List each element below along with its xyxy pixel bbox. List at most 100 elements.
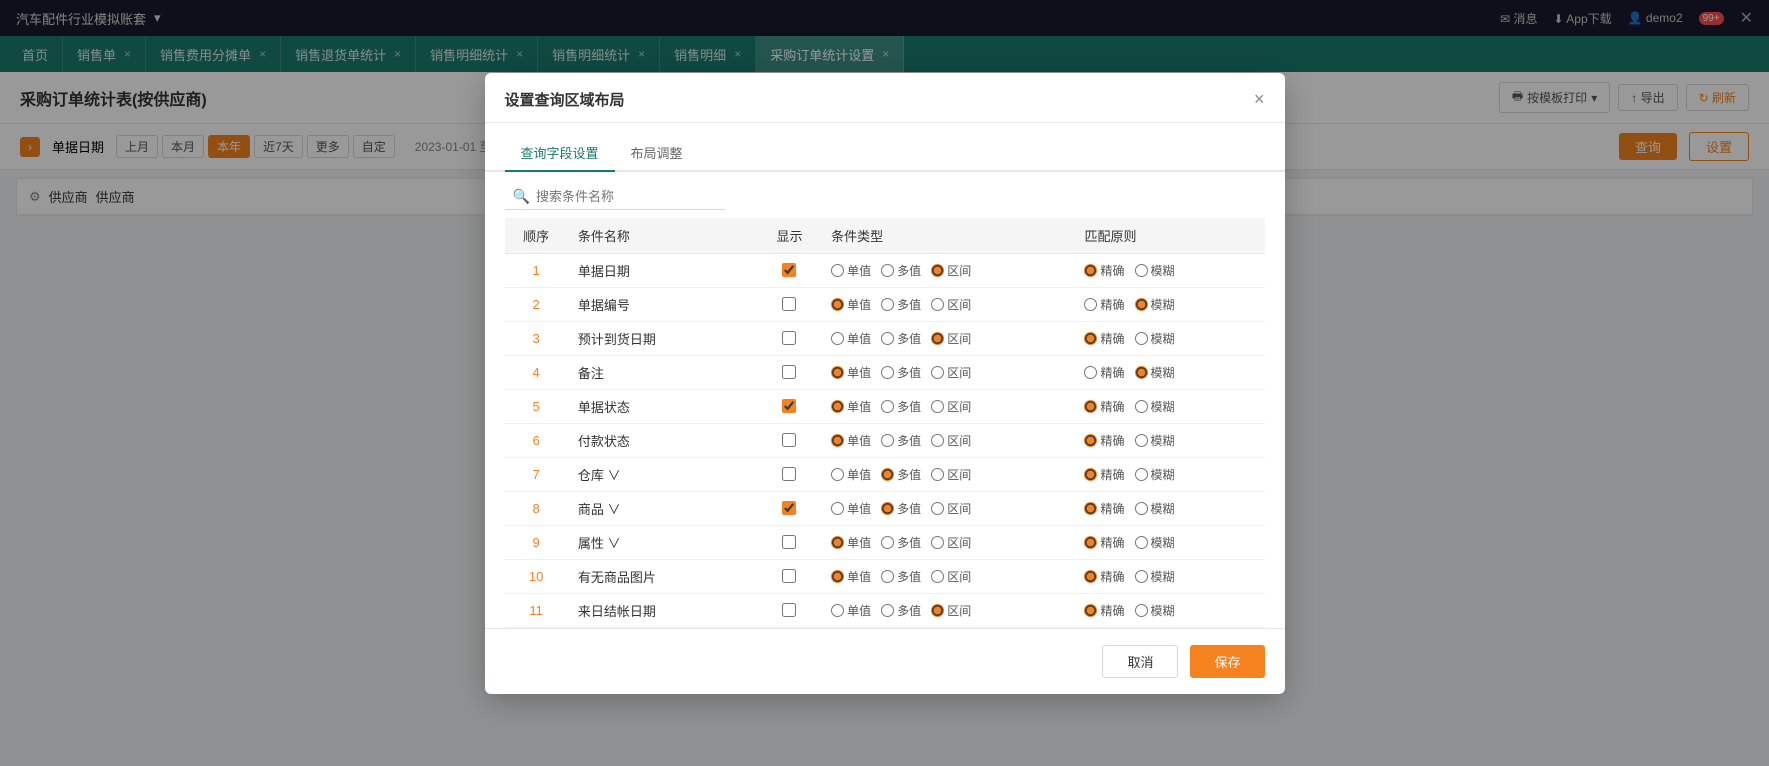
type-radio-多值[interactable]: 多值 [881,432,921,449]
row-match-cell: 精确模糊 [1074,423,1264,457]
row-display-cell[interactable] [758,559,821,593]
match-radio-模糊[interactable]: 模糊 [1135,262,1175,279]
match-radio-精确[interactable]: 精确 [1084,398,1124,415]
match-radio-精确[interactable]: 精确 [1084,500,1124,517]
row-display-cell[interactable] [758,287,821,321]
save-button[interactable]: 保存 [1190,645,1264,678]
match-radio-精确[interactable]: 精确 [1084,602,1124,619]
type-radio-单值[interactable]: 单值 [831,262,871,279]
row-display-cell[interactable] [758,491,821,525]
table-row: 9属性 ∨单值多值区间精确模糊 [505,525,1265,559]
row-name: 付款状态 [568,423,758,457]
type-radio-区间[interactable]: 区间 [931,466,971,483]
dialog-table-area: 顺序 条件名称 显示 条件类型 匹配原则 1单据日期单值多值区间精确模糊2单据编… [485,218,1285,628]
display-checkbox[interactable] [782,501,796,515]
row-order: 1 [505,253,568,287]
match-radio-精确[interactable]: 精确 [1084,568,1124,585]
match-radio-精确[interactable]: 精确 [1084,534,1124,551]
row-display-cell[interactable] [758,423,821,457]
display-checkbox[interactable] [782,297,796,311]
row-name: 单据日期 [568,253,758,287]
type-radio-多值[interactable]: 多值 [881,398,921,415]
type-radio-区间[interactable]: 区间 [931,296,971,313]
type-radio-单值[interactable]: 单值 [831,602,871,619]
type-radio-多值[interactable]: 多值 [881,296,921,313]
type-radio-单值[interactable]: 单值 [831,364,871,381]
display-checkbox[interactable] [782,331,796,345]
type-radio-区间[interactable]: 区间 [931,330,971,347]
type-radio-多值[interactable]: 多值 [881,330,921,347]
match-radio-模糊[interactable]: 模糊 [1135,534,1175,551]
type-radio-多值[interactable]: 多值 [881,364,921,381]
match-radio-模糊[interactable]: 模糊 [1135,466,1175,483]
row-display-cell[interactable] [758,525,821,559]
type-radio-区间[interactable]: 区间 [931,398,971,415]
type-radio-单值[interactable]: 单值 [831,500,871,517]
type-radio-区间[interactable]: 区间 [931,568,971,585]
row-type-cell: 单值多值区间 [821,559,1074,593]
row-display-cell[interactable] [758,457,821,491]
type-radio-单值[interactable]: 单值 [831,398,871,415]
type-radio-多值[interactable]: 多值 [881,262,921,279]
type-radio-区间[interactable]: 区间 [931,262,971,279]
type-radio-单值[interactable]: 单值 [831,296,871,313]
match-radio-精确[interactable]: 精确 [1084,466,1124,483]
type-radio-区间[interactable]: 区间 [931,602,971,619]
match-radio-模糊[interactable]: 模糊 [1135,500,1175,517]
match-radio-模糊[interactable]: 模糊 [1135,398,1175,415]
type-radio-区间[interactable]: 区间 [931,534,971,551]
dialog-tab-query-fields[interactable]: 查询字段设置 [505,135,615,172]
type-radio-单值[interactable]: 单值 [831,534,871,551]
match-radio-模糊[interactable]: 模糊 [1135,602,1175,619]
type-radio-单值[interactable]: 单值 [831,330,871,347]
dialog-tab-layout[interactable]: 布局调整 [615,135,699,172]
type-radio-多值[interactable]: 多值 [881,534,921,551]
display-checkbox[interactable] [782,569,796,583]
display-checkbox[interactable] [782,433,796,447]
display-checkbox[interactable] [782,263,796,277]
match-radio-精确[interactable]: 精确 [1084,262,1124,279]
display-checkbox[interactable] [782,603,796,617]
match-radio-模糊[interactable]: 模糊 [1135,330,1175,347]
match-radio-模糊[interactable]: 模糊 [1135,432,1175,449]
display-checkbox[interactable] [782,399,796,413]
table-row: 1单据日期 单值多值区间 精确模糊 [505,253,1265,287]
type-radio-多值[interactable]: 多值 [881,568,921,585]
row-match-cell: 精确模糊 [1074,559,1264,593]
row-type-cell: 单值多值区间 [821,423,1074,457]
type-radio-区间[interactable]: 区间 [931,500,971,517]
row-display-cell[interactable] [758,593,821,627]
match-radio-模糊[interactable]: 模糊 [1135,296,1175,313]
type-radio-区间[interactable]: 区间 [931,364,971,381]
type-radio-区间[interactable]: 区间 [931,432,971,449]
row-display-cell[interactable] [758,321,821,355]
cancel-button[interactable]: 取消 [1102,645,1178,678]
match-radio-精确[interactable]: 精确 [1084,296,1124,313]
display-checkbox[interactable] [782,467,796,481]
display-checkbox[interactable] [782,535,796,549]
row-display-cell[interactable] [758,389,821,423]
type-radio-多值[interactable]: 多值 [881,602,921,619]
type-radio-单值[interactable]: 单值 [831,466,871,483]
match-radio-模糊[interactable]: 模糊 [1135,568,1175,585]
row-type-cell: 单值多值区间 [821,457,1074,491]
match-radio-精确[interactable]: 精确 [1084,364,1124,381]
type-radio-单值[interactable]: 单值 [831,432,871,449]
row-match-cell: 精确模糊 [1074,355,1264,389]
search-input[interactable] [536,189,716,204]
type-radio-单值[interactable]: 单值 [831,568,871,585]
type-radio-多值[interactable]: 多值 [881,500,921,517]
row-match-cell: 精确模糊 [1074,457,1264,491]
search-icon: 🔍 [513,188,530,205]
search-input-wrapper[interactable]: 🔍 [505,184,725,210]
match-radio-模糊[interactable]: 模糊 [1135,364,1175,381]
row-display-cell[interactable] [758,253,821,287]
type-radio-多值[interactable]: 多值 [881,466,921,483]
dialog-close-button[interactable]: × [1254,89,1265,110]
row-order: 5 [505,389,568,423]
row-order: 4 [505,355,568,389]
match-radio-精确[interactable]: 精确 [1084,432,1124,449]
display-checkbox[interactable] [782,365,796,379]
row-display-cell[interactable] [758,355,821,389]
match-radio-精确[interactable]: 精确 [1084,330,1124,347]
